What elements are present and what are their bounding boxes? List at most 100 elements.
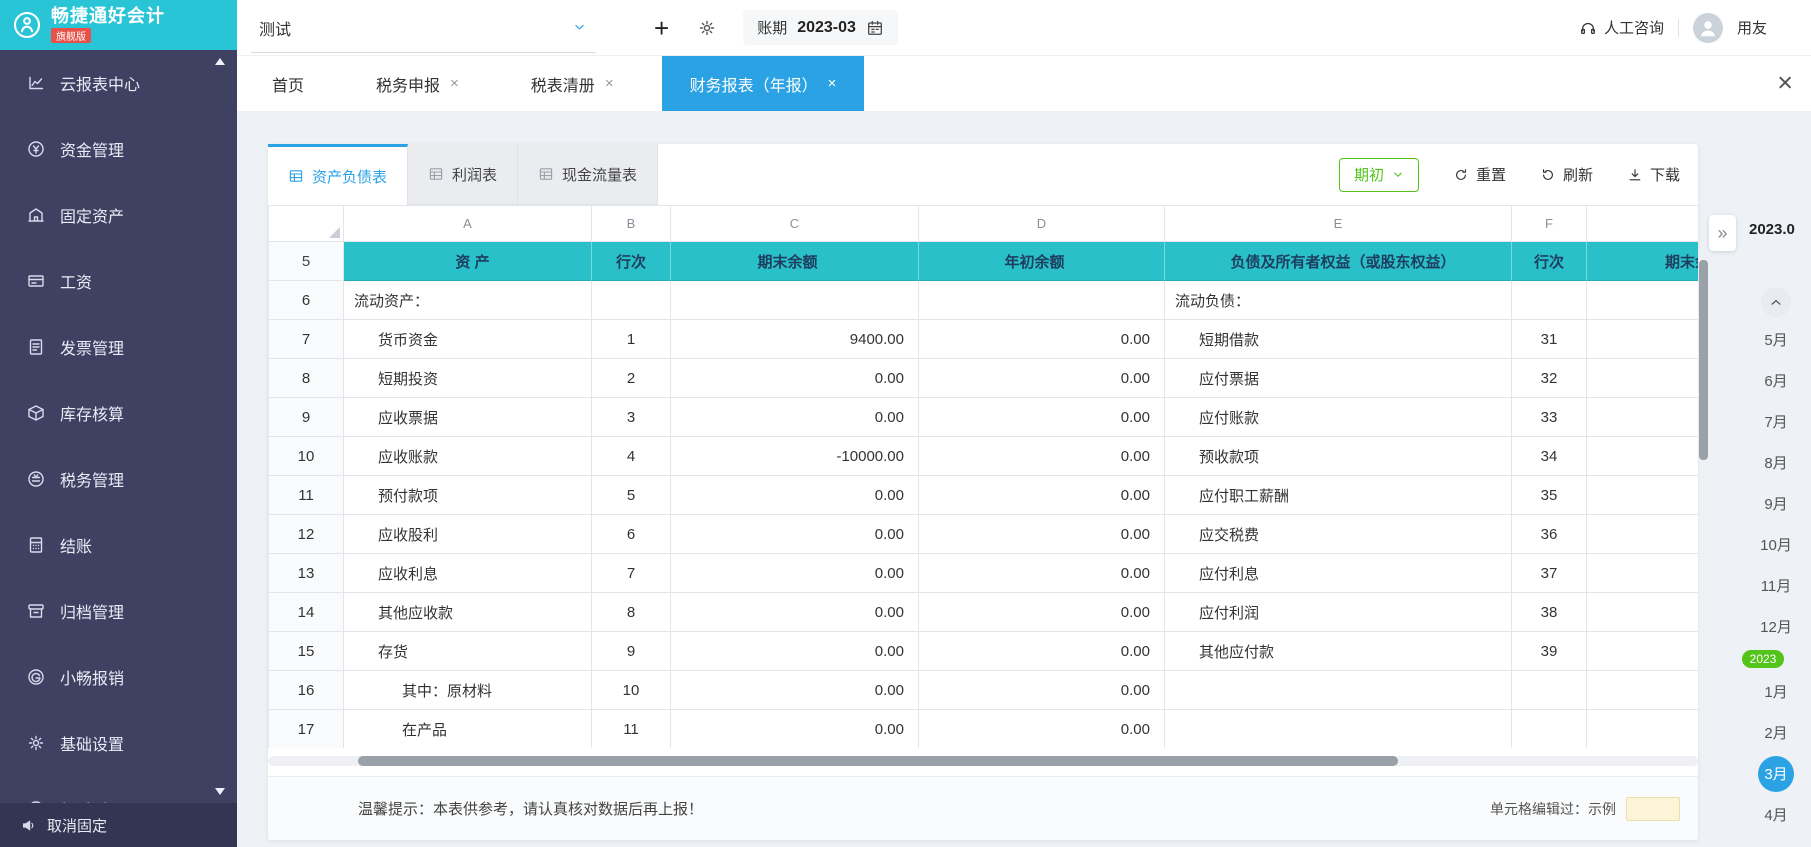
column-header-G[interactable]: G [1587,206,1698,242]
cell-G14[interactable] [1587,593,1698,632]
cell-G5[interactable]: 期末余额 [1587,242,1698,281]
sidebar-item-archive[interactable]: 归档管理 [0,578,237,644]
column-header-A[interactable]: A [344,206,592,242]
sidebar-item-salary[interactable]: 工资 [0,248,237,314]
cell-C7[interactable]: 9400.00 [671,320,919,359]
sidebar-item-fixed-assets[interactable]: 固定资产 [0,182,237,248]
sidebar-scroll-up-icon[interactable] [215,58,225,65]
cell-F14[interactable]: 38 [1512,593,1587,632]
cell-C14[interactable]: 0.00 [671,593,919,632]
column-header-B[interactable]: B [592,206,671,242]
sidebar-item-guide[interactable]: 新手引导 [0,776,237,803]
cell-F8[interactable]: 32 [1512,359,1587,398]
cell-C16[interactable]: 0.00 [671,671,919,710]
cell-G17[interactable] [1587,710,1698,748]
cell-F10[interactable]: 34 [1512,437,1587,476]
refresh-button[interactable]: 刷新 [1540,164,1593,185]
account-select[interactable]: 测试 [251,11,596,53]
cell-B16[interactable]: 10 [592,671,671,710]
cell-G10[interactable] [1587,437,1698,476]
row-number[interactable]: 11 [269,476,344,515]
cell-D6[interactable] [919,281,1165,320]
reset-button[interactable]: 重置 [1453,164,1506,185]
cell-G15[interactable] [1587,632,1698,671]
sidebar-item-funds[interactable]: 资金管理 [0,116,237,182]
brand-area[interactable]: 畅捷通好会计 旗舰版 [0,0,237,50]
row-number[interactable]: 17 [269,710,344,748]
select-all-corner[interactable] [269,206,344,242]
month-item-10[interactable]: 10月 [1760,524,1792,565]
cell-C13[interactable]: 0.00 [671,554,919,593]
cell-B14[interactable]: 8 [592,593,671,632]
cell-E10[interactable]: 预收款项 [1165,437,1512,476]
cell-C9[interactable]: 0.00 [671,398,919,437]
cell-D9[interactable]: 0.00 [919,398,1165,437]
cell-F11[interactable]: 35 [1512,476,1587,515]
cell-C6[interactable] [671,281,919,320]
cell-D14[interactable]: 0.00 [919,593,1165,632]
cell-C10[interactable]: -10000.00 [671,437,919,476]
cell-D10[interactable]: 0.00 [919,437,1165,476]
close-icon[interactable]: × [1777,68,1793,96]
cell-E8[interactable]: 应付票据 [1165,359,1512,398]
row-number[interactable]: 5 [269,242,344,281]
cell-E9[interactable]: 应付账款 [1165,398,1512,437]
cell-B6[interactable] [592,281,671,320]
tab-close-icon[interactable]: × [605,75,614,92]
user-name[interactable]: 用友 [1737,17,1767,38]
cell-C5[interactable]: 期末余额 [671,242,919,281]
tab-tax-filing[interactable]: 税务申报 × [352,56,483,111]
row-number[interactable]: 9 [269,398,344,437]
cell-B9[interactable]: 3 [592,398,671,437]
tab-tax-register[interactable]: 税表清册 × [507,56,638,111]
cell-F12[interactable]: 36 [1512,515,1587,554]
sidebar-item-closing[interactable]: 结账 [0,512,237,578]
cell-E6[interactable]: 流动负债： [1165,281,1512,320]
sidebar-item-cloud-report[interactable]: 云报表中心 [0,50,237,116]
cell-A9[interactable]: 应收票据 [344,398,592,437]
column-header-D[interactable]: D [919,206,1165,242]
sidebar-item-invoice[interactable]: 发票管理 [0,314,237,380]
cell-A17[interactable]: 在产品 [344,710,592,748]
cell-G11[interactable] [1587,476,1698,515]
cell-F7[interactable]: 31 [1512,320,1587,359]
column-header-C[interactable]: C [671,206,919,242]
month-item-12[interactable]: 12月 [1760,606,1792,647]
cell-C11[interactable]: 0.00 [671,476,919,515]
cell-F17[interactable] [1512,710,1587,748]
month-item-7[interactable]: 7月 [1764,401,1787,442]
cell-F6[interactable] [1512,281,1587,320]
cell-E13[interactable]: 应付利息 [1165,554,1512,593]
cell-C17[interactable]: 0.00 [671,710,919,748]
cell-G16[interactable] [1587,671,1698,710]
sidebar-item-tax[interactable]: 税务管理 [0,446,237,512]
cell-D16[interactable]: 0.00 [919,671,1165,710]
cell-D5[interactable]: 年初余额 [919,242,1165,281]
tab-home[interactable]: 首页 [248,56,328,111]
cell-B13[interactable]: 7 [592,554,671,593]
column-header-E[interactable]: E [1165,206,1512,242]
cell-E7[interactable]: 短期借款 [1165,320,1512,359]
cell-B5[interactable]: 行次 [592,242,671,281]
cell-F16[interactable] [1512,671,1587,710]
cell-G6[interactable] [1587,281,1698,320]
cell-F13[interactable]: 37 [1512,554,1587,593]
cell-B7[interactable]: 1 [592,320,671,359]
cell-B10[interactable]: 4 [592,437,671,476]
cell-A16[interactable]: 其中：原材料 [344,671,592,710]
cell-E16[interactable] [1165,671,1512,710]
cell-B8[interactable]: 2 [592,359,671,398]
cell-C12[interactable]: 0.00 [671,515,919,554]
cell-G8[interactable] [1587,359,1698,398]
cell-D15[interactable]: 0.00 [919,632,1165,671]
cell-B11[interactable]: 5 [592,476,671,515]
cell-A11[interactable]: 预付款项 [344,476,592,515]
cell-F9[interactable]: 33 [1512,398,1587,437]
cell-A10[interactable]: 应收账款 [344,437,592,476]
cell-E14[interactable]: 应付利润 [1165,593,1512,632]
cell-G9[interactable] [1587,398,1698,437]
report-tab-income-statement[interactable]: 利润表 [408,144,519,205]
cell-A12[interactable]: 应收股利 [344,515,592,554]
rail-scroll-up-button[interactable] [1761,287,1791,317]
cell-A5[interactable]: 资 产 [344,242,592,281]
